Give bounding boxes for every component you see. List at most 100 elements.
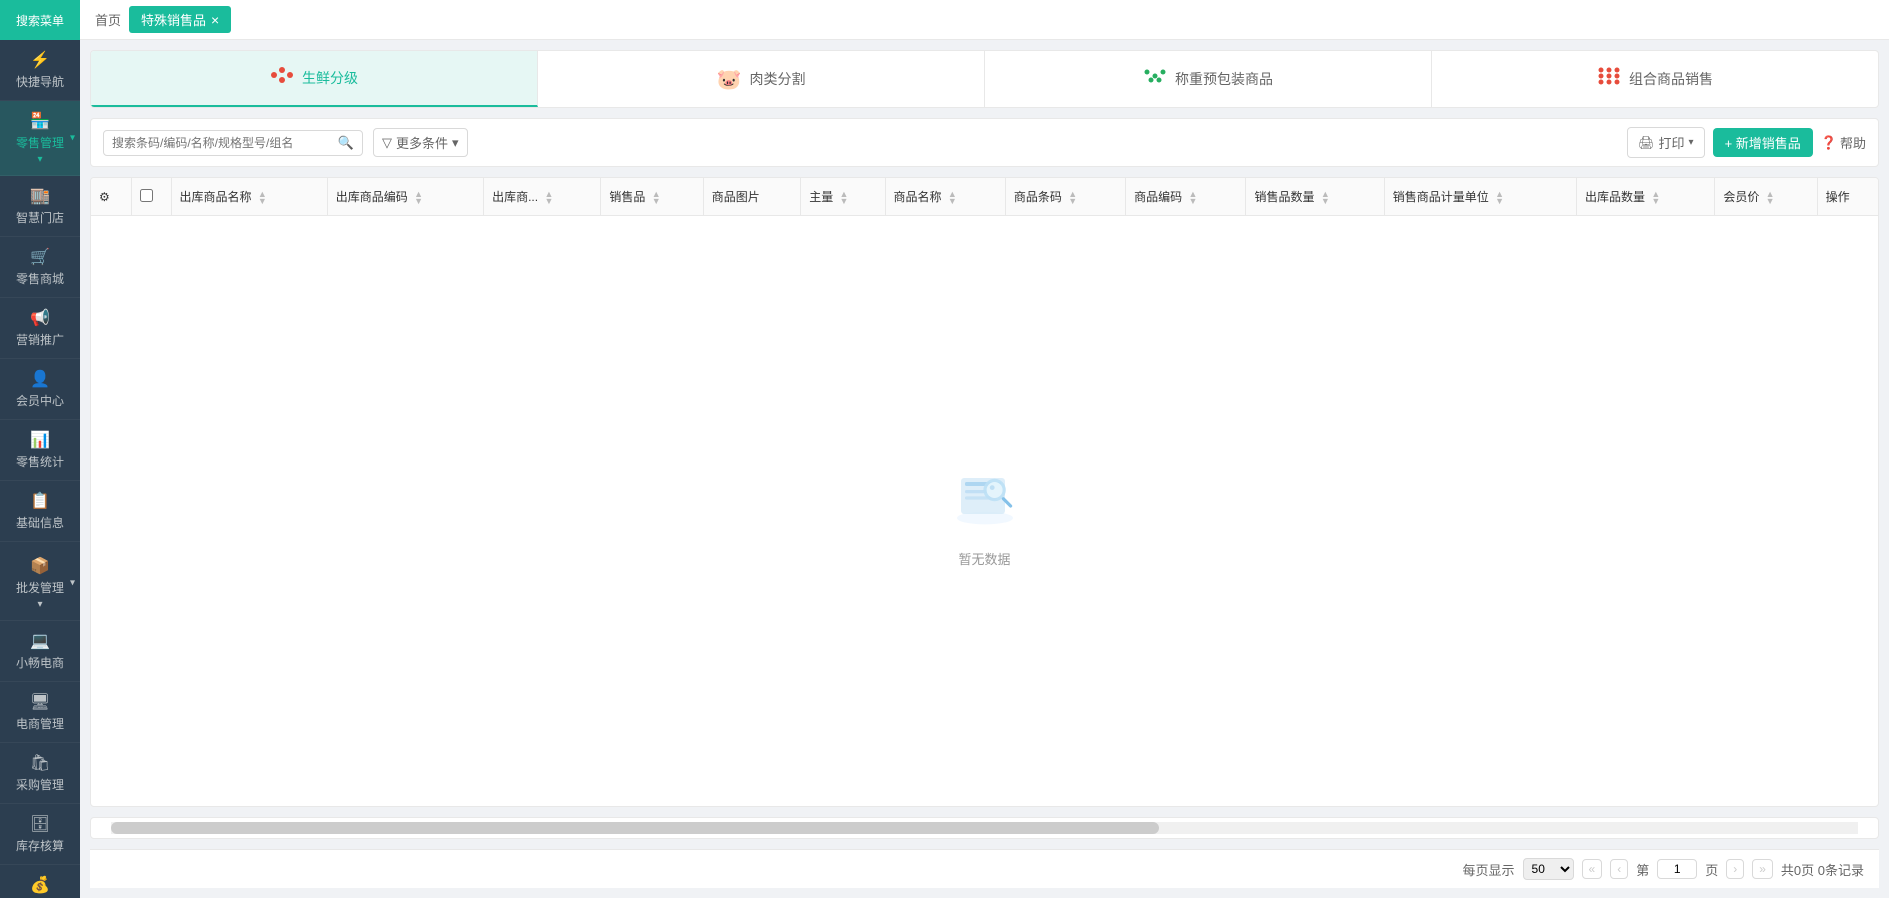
select-all-checkbox[interactable] [140, 189, 153, 202]
th-checkbox[interactable] [131, 178, 171, 216]
sidebar-item-label: 采购管理 [16, 776, 64, 793]
sidebar-item-retail-mgmt[interactable]: 🏪 零售管理 ▾ [0, 101, 80, 176]
th-out-code[interactable]: 出库商品编码 ▲▼ [327, 178, 483, 216]
cat-tab-fresh-grade[interactable]: 生鲜分级 [91, 51, 538, 107]
toolbar-right: 🖨 打印 ▾ + 新增销售品 ❓ 帮助 [1627, 127, 1866, 158]
print-button[interactable]: 🖨 打印 ▾ [1627, 127, 1705, 158]
table-container: ⚙ 出库商品名称 ▲▼ 出库商品编码 ▲▼ [90, 177, 1879, 807]
meat-split-icon: 🐷 [717, 67, 742, 92]
sidebar-item-label: 零售商城 [16, 270, 64, 287]
page-label: 第 [1636, 860, 1649, 879]
help-label: 帮助 [1840, 133, 1866, 152]
th-sales-qty[interactable]: 销售品数量 ▲▼ [1246, 178, 1384, 216]
page-input[interactable] [1657, 859, 1697, 879]
sidebar-item-label: 库存核算 [16, 837, 64, 854]
cat-tab-meat-split[interactable]: 🐷 肉类分割 [538, 51, 985, 107]
th-sales-item[interactable]: 销售品 ▲▼ [601, 178, 703, 216]
sort-icon-sales-qty: ▲▼ [1321, 191, 1330, 205]
print-chevron-icon: ▾ [1689, 137, 1694, 148]
cat-tab-combo-sales[interactable]: 组合商品销售 [1432, 51, 1878, 107]
sidebar-item-finance[interactable]: 💰 资金管理 [0, 865, 80, 898]
sort-icon-out-spec: ▲▼ [544, 191, 553, 205]
help-button[interactable]: ❓ 帮助 [1821, 133, 1866, 152]
sort-icon-out-code: ▲▼ [414, 191, 423, 205]
prev-page-btn[interactable]: ‹ [1610, 859, 1628, 879]
th-main[interactable]: 主量 ▲▼ [801, 178, 885, 216]
cat-tab-label: 肉类分割 [749, 69, 805, 89]
sort-icon-out-name: ▲▼ [258, 191, 267, 205]
print-icon: 🖨 [1638, 135, 1655, 151]
scrollbar-thumb[interactable] [111, 822, 1159, 834]
sidebar-item-label: 电商管理 [16, 715, 64, 732]
last-page-btn[interactable]: » [1752, 859, 1773, 879]
sidebar-item-label: 小畅电商 [16, 654, 64, 671]
main-content: 首页 特殊销售品 × 生鲜分级 [80, 0, 1889, 898]
th-sales-unit[interactable]: 销售商品计量单位 ▲▼ [1384, 178, 1576, 216]
sidebar-item-label: 智慧门店 [16, 209, 64, 226]
next-page-btn[interactable]: › [1726, 859, 1744, 879]
retail-mgmt-icon: 🏪 [30, 111, 50, 131]
quick-nav-icon: ⚡ [30, 50, 50, 70]
close-tab-icon[interactable]: × [211, 13, 219, 27]
th-out-name[interactable]: 出库商品名称 ▲▼ [171, 178, 327, 216]
sort-icon-out-qty: ▲▼ [1651, 191, 1660, 205]
search-box[interactable]: 🔍 [103, 130, 363, 156]
th-out-qty[interactable]: 出库品数量 ▲▼ [1577, 178, 1715, 216]
sidebar-item-member-center[interactable]: 👤 会员中心 [0, 359, 80, 420]
sidebar-item-wholesale-mgmt[interactable]: 📦 批发管理 ▾ [0, 546, 80, 621]
sidebar-item-label: 零售管理 [16, 134, 64, 151]
search-input[interactable] [112, 136, 333, 150]
sidebar-logo[interactable]: 搜索菜单 [0, 0, 80, 40]
empty-text: 暂无数据 [958, 549, 1010, 568]
sidebar-item-purchase-mgmt[interactable]: 🛍 采购管理 [0, 743, 80, 804]
member-center-icon: 👤 [30, 369, 50, 389]
sales-promo-icon: 📢 [30, 308, 50, 328]
sidebar-item-ecom-mgmt[interactable]: 🖥 电商管理 [0, 682, 80, 743]
sidebar-item-sales-promo[interactable]: 📢 营销推广 [0, 298, 80, 359]
sidebar: 搜索菜单 ⚡ 快捷导航 🏪 零售管理 ▾ 🏬 智慧门店 🛒 零售商城 📢 营销推… [0, 0, 80, 898]
topbar: 首页 特殊销售品 × [80, 0, 1889, 40]
table-header: ⚙ 出库商品名称 ▲▼ 出库商品编码 ▲▼ [91, 178, 1878, 216]
th-product-name[interactable]: 商品名称 ▲▼ [885, 178, 1005, 216]
new-button[interactable]: + 新增销售品 [1713, 128, 1813, 157]
retail-stats-icon: 📊 [30, 430, 50, 450]
sidebar-item-retail-mall[interactable]: 🛒 零售商城 [0, 237, 80, 298]
cat-tab-weigh-prepack[interactable]: 称重预包装商品 [985, 51, 1432, 107]
active-tab[interactable]: 特殊销售品 × [129, 6, 231, 33]
category-tabs: 生鲜分级 🐷 肉类分割 称重预包装商品 [90, 50, 1879, 108]
empty-icon [945, 454, 1025, 534]
per-page-select[interactable]: 50 10 20 100 [1523, 858, 1574, 880]
sidebar-item-label: 零售统计 [16, 453, 64, 470]
sidebar-item-mini-ecom[interactable]: 💻 小畅电商 [0, 621, 80, 682]
sidebar-item-inventory[interactable]: 🗄 库存核算 [0, 804, 80, 865]
ecom-mgmt-icon: 🖥 [30, 692, 50, 712]
th-barcode[interactable]: 商品条码 ▲▼ [1005, 178, 1125, 216]
per-page-label: 每页显示 [1463, 860, 1515, 879]
sort-icon-product-code: ▲▼ [1189, 191, 1198, 205]
fresh-grade-icon [270, 65, 294, 91]
th-member-price[interactable]: 会员价 ▲▼ [1715, 178, 1817, 216]
sidebar-item-label: 基础信息 [16, 514, 64, 531]
sidebar-item-label: 快捷导航 [16, 73, 64, 90]
sort-icon-sales-unit: ▲▼ [1495, 191, 1504, 205]
sidebar-item-retail-stats[interactable]: 📊 零售统计 [0, 420, 80, 481]
sidebar-item-smart-store[interactable]: 🏬 智慧门店 [0, 176, 80, 237]
chevron-down-icon-2: ▾ [37, 599, 42, 610]
th-settings[interactable]: ⚙ [91, 178, 131, 216]
th-out-spec[interactable]: 出库商... ▲▼ [484, 178, 601, 216]
th-product-code[interactable]: 商品编码 ▲▼ [1126, 178, 1246, 216]
home-link[interactable]: 首页 [95, 10, 121, 29]
horizontal-scrollbar[interactable] [111, 822, 1858, 834]
sidebar-item-quick-nav[interactable]: ⚡ 快捷导航 [0, 40, 80, 101]
cat-tab-label: 称重预包装商品 [1175, 69, 1273, 89]
data-table: ⚙ 出库商品名称 ▲▼ 出库商品编码 ▲▼ [91, 178, 1878, 216]
sort-icon-barcode: ▲▼ [1068, 191, 1077, 205]
empty-state: 暂无数据 [91, 216, 1878, 806]
first-page-btn[interactable]: « [1582, 859, 1603, 879]
filter-button[interactable]: ▽ 更多条件 ▾ [373, 128, 468, 157]
sidebar-item-basic-info[interactable]: 📋 基础信息 [0, 481, 80, 542]
toolbar: 🔍 ▽ 更多条件 ▾ 🖨 打印 ▾ + 新增销售品 ❓ [90, 118, 1879, 167]
wholesale-mgmt-icon: 📦 [30, 556, 50, 576]
pagination: 每页显示 50 10 20 100 « ‹ 第 页 › » 共0页 0条记录 [90, 849, 1879, 888]
page-content: 生鲜分级 🐷 肉类分割 称重预包装商品 [80, 40, 1889, 898]
